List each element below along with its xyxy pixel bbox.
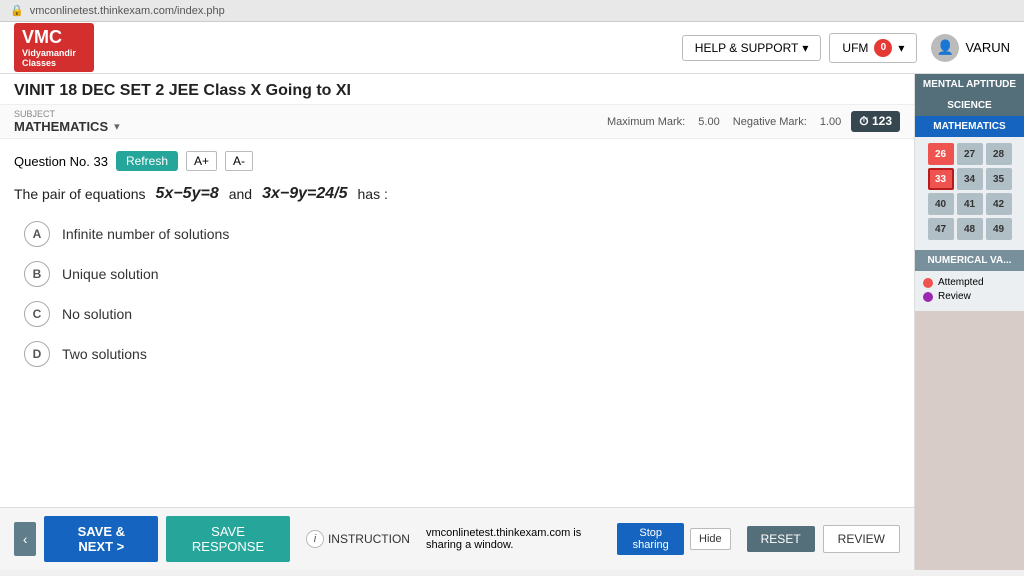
sidebar-mathematics[interactable]: MATHEMATICS — [915, 116, 1024, 137]
browser-bar: 🔒 vmconlinetest.thinkexam.com/index.php — [0, 0, 1024, 22]
q-box-28[interactable]: 28 — [986, 143, 1012, 165]
option-b-circle: B — [24, 261, 50, 287]
question-number-label: Question No. 33 — [14, 154, 108, 169]
dropdown-icon: ▾ — [802, 41, 808, 55]
option-c-text: No solution — [62, 306, 132, 322]
timer-box: ⏱ 123 — [851, 111, 900, 132]
option-c[interactable]: C No solution — [24, 301, 900, 327]
q-box-26[interactable]: 26 — [928, 143, 954, 165]
subject-name: MATHEMATICS — [14, 119, 108, 134]
review-dot — [923, 292, 933, 302]
app-header: VMC Vidyamandir Classes HELP & SUPPORT ▾… — [0, 22, 1024, 74]
q-box-33[interactable]: 33 — [928, 168, 954, 190]
q-box-27[interactable]: 27 — [957, 143, 983, 165]
prev-button[interactable]: ‹ — [14, 522, 36, 556]
help-support-button[interactable]: HELP & SUPPORT ▾ — [682, 35, 822, 61]
url-bar: vmconlinetest.thinkexam.com/index.php — [30, 5, 225, 17]
legend-area: Attempted Review — [915, 271, 1024, 311]
question-header: Question No. 33 Refresh A+ A- — [14, 151, 900, 171]
q-box-47[interactable]: 47 — [928, 218, 954, 240]
right-sidebar: MENTAL APTITUDE SCIENCE MATHEMATICS 26 2… — [914, 74, 1024, 570]
bottom-bar: ‹ SAVE & NEXT > SAVE RESPONSE i INSTRUCT… — [0, 507, 914, 570]
legend-attempted: Attempted — [923, 277, 1016, 288]
font-increase-button[interactable]: A+ — [186, 151, 217, 171]
option-d-circle: D — [24, 341, 50, 367]
content-area: VINIT 18 DEC SET 2 JEE Class X Going to … — [0, 74, 914, 570]
main-layout: VINIT 18 DEC SET 2 JEE Class X Going to … — [0, 74, 1024, 570]
equation2: 3x−9y=24/5 — [262, 185, 347, 203]
ufm-button[interactable]: UFM 0 ▾ — [829, 33, 917, 63]
option-a[interactable]: A Infinite number of solutions — [24, 221, 900, 247]
legend-review: Review — [923, 291, 1016, 302]
stop-sharing-button[interactable]: Stop sharing — [617, 523, 684, 555]
subject-dropdown[interactable]: ▾ — [114, 120, 120, 133]
save-response-button[interactable]: SAVE RESPONSE — [166, 516, 290, 562]
option-a-circle: A — [24, 221, 50, 247]
marks-timer-row: Maximum Mark: 5.00 Negative Mark: 1.00 ⏱… — [597, 111, 900, 132]
option-d-text: Two solutions — [62, 346, 147, 362]
ufm-dropdown-icon: ▾ — [898, 41, 904, 55]
q-box-42[interactable]: 42 — [986, 193, 1012, 215]
vmc-logo: VMC Vidyamandir Classes — [14, 23, 94, 72]
question-grid: 26 27 28 33 34 35 40 41 42 47 48 49 — [915, 137, 1024, 246]
user-name: VARUN — [965, 40, 1010, 55]
equation1: 5x−5y=8 — [156, 185, 219, 203]
instruction-link[interactable]: i INSTRUCTION — [306, 530, 410, 548]
question-text: The pair of equations 5x−5y=8 and 3x−9y=… — [14, 185, 900, 203]
refresh-button[interactable]: Refresh — [116, 151, 178, 171]
q-box-40[interactable]: 40 — [928, 193, 954, 215]
question-area: Question No. 33 Refresh A+ A- The pair o… — [0, 139, 914, 507]
sidebar-mental-aptitude[interactable]: MENTAL APTITUDE — [915, 74, 1024, 95]
option-b-text: Unique solution — [62, 266, 159, 282]
marks-info: Maximum Mark: 5.00 Negative Mark: 1.00 — [597, 116, 841, 128]
options-list: A Infinite number of solutions B Unique … — [14, 221, 900, 367]
q-box-48[interactable]: 48 — [957, 218, 983, 240]
q-box-49[interactable]: 49 — [986, 218, 1012, 240]
avatar: 👤 — [931, 34, 959, 62]
sidebar-bottom — [915, 311, 1024, 570]
option-a-text: Infinite number of solutions — [62, 226, 229, 242]
info-icon: i — [306, 530, 324, 548]
review-button[interactable]: REVIEW — [823, 525, 900, 553]
hide-button[interactable]: Hide — [690, 528, 731, 550]
subject-row: SUBJECT MATHEMATICS ▾ Maximum Mark: 5.00… — [0, 105, 914, 139]
exam-title: VINIT 18 DEC SET 2 JEE Class X Going to … — [0, 74, 914, 105]
sidebar-science[interactable]: SCIENCE — [915, 95, 1024, 116]
font-decrease-button[interactable]: A- — [225, 151, 253, 171]
screen-share-bar: vmconlinetest.thinkexam.com is sharing a… — [426, 523, 731, 555]
lock-icon: 🔒 — [10, 4, 24, 17]
q-box-35[interactable]: 35 — [986, 168, 1012, 190]
reset-button[interactable]: RESET — [747, 526, 815, 552]
save-next-button[interactable]: SAVE & NEXT > — [44, 516, 158, 562]
numerical-title[interactable]: NUMERICAL VA... — [915, 250, 1024, 271]
q-box-34[interactable]: 34 — [957, 168, 983, 190]
option-b[interactable]: B Unique solution — [24, 261, 900, 287]
option-c-circle: C — [24, 301, 50, 327]
q-box-41[interactable]: 41 — [957, 193, 983, 215]
timer-icon: ⏱ — [859, 114, 868, 128]
option-d[interactable]: D Two solutions — [24, 341, 900, 367]
attempted-dot — [923, 278, 933, 288]
user-section: 👤 VARUN — [931, 34, 1010, 62]
ufm-badge: 0 — [874, 39, 892, 57]
subject-info: SUBJECT MATHEMATICS ▾ — [14, 109, 120, 134]
